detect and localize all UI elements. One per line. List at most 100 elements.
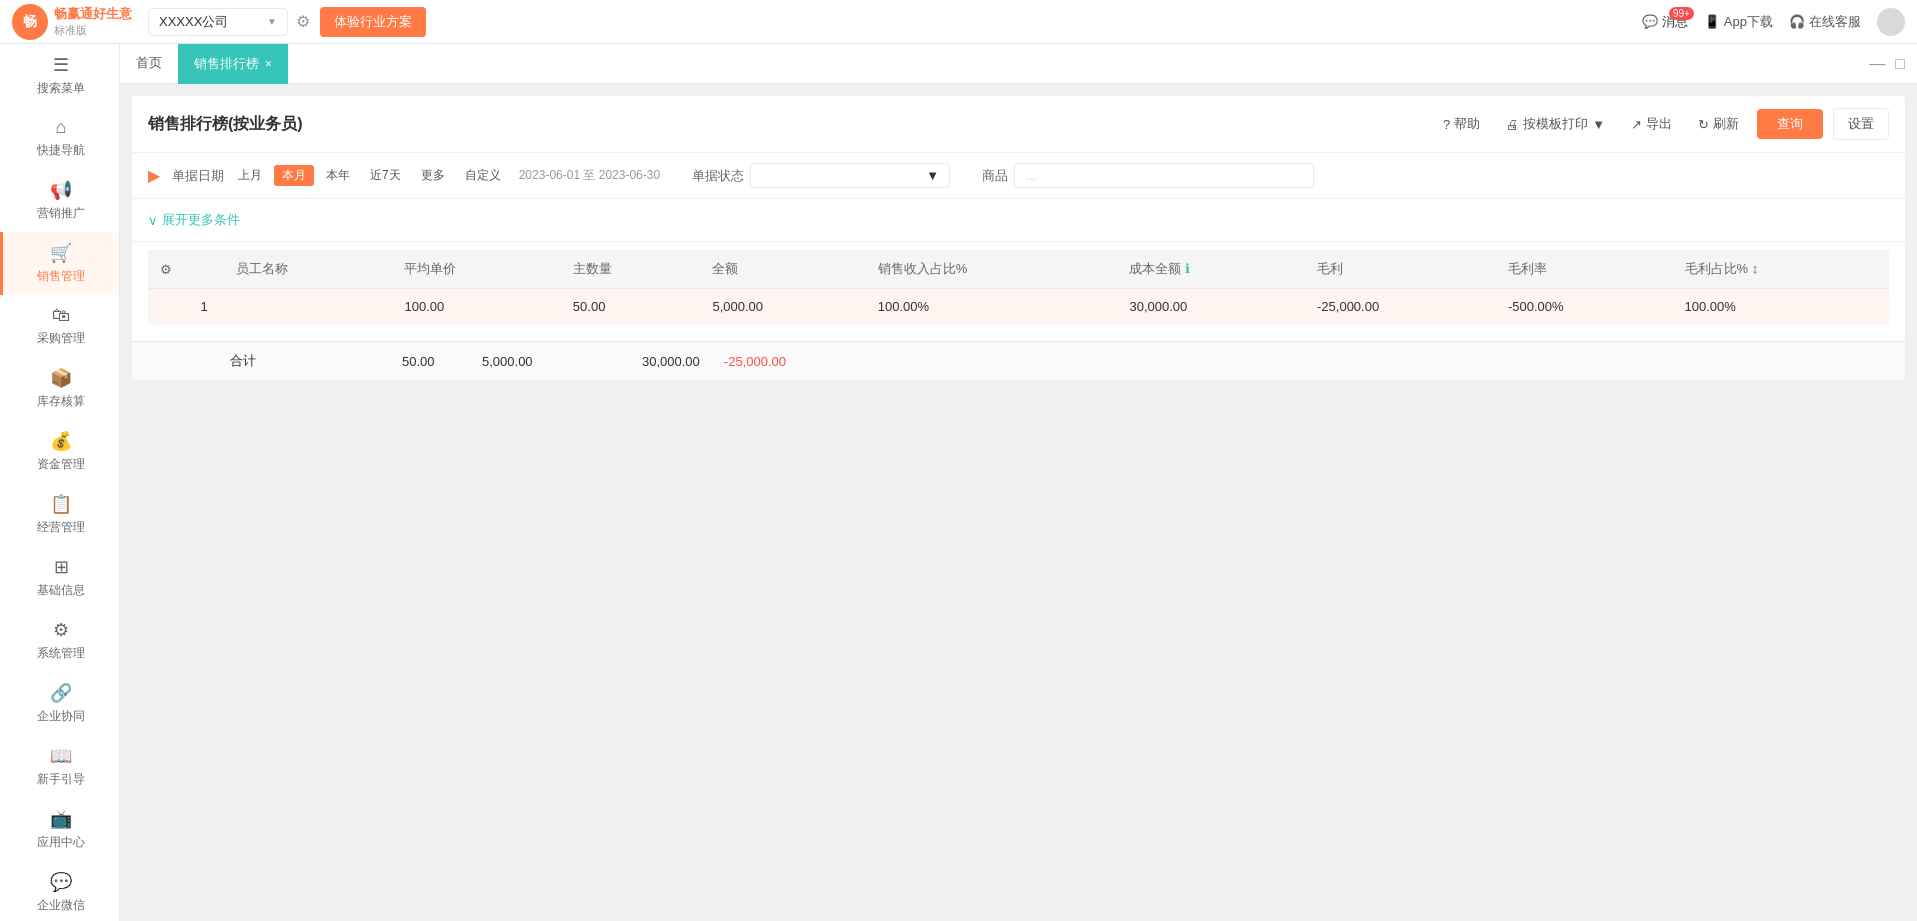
tab-sales-ranking[interactable]: 销售排行榜 × xyxy=(178,44,288,84)
cell-sales-pct-0: 100.00% xyxy=(866,289,1118,325)
table-row: 1 100.00 50.00 5,000.00 100.00% 30,000.0… xyxy=(148,289,1889,325)
page-settings-button[interactable]: 设置 xyxy=(1833,108,1889,140)
export-button[interactable]: ↗ 导出 xyxy=(1623,111,1680,137)
date-tab-3[interactable]: 近7天 xyxy=(362,165,409,186)
sidebar-label-11: 新手引导 xyxy=(37,771,85,788)
sidebar-icon-12: 📺 xyxy=(50,808,72,830)
status-select[interactable]: ▼ xyxy=(750,163,950,188)
table-wrapper: ⚙ 员工名称 平均单价 主数量 全额 销售收入占比% 成本全额 ℹ 毛利 xyxy=(132,250,1905,341)
date-tab-1[interactable]: 本月 xyxy=(274,165,314,186)
date-filter-label: 单据日期 xyxy=(172,167,224,185)
print-button[interactable]: 🖨 按模板打印 ▼ xyxy=(1498,111,1613,137)
refresh-icon: ↻ xyxy=(1698,117,1709,132)
tab-close-icon[interactable]: × xyxy=(265,57,272,71)
status-filter-label: 单据状态 xyxy=(692,167,744,185)
settings-icon[interactable]: ⚙ xyxy=(296,12,310,31)
th-sales-pct: 销售收入占比% xyxy=(866,250,1118,289)
sidebar-item-11[interactable]: 📖 新手引导 xyxy=(0,735,119,798)
sidebar-item-4[interactable]: 🛍采购管理 xyxy=(0,295,119,357)
logo-icon: 畅 xyxy=(12,4,48,40)
th-cost: 成本全额 ℹ xyxy=(1117,250,1305,289)
th-name: 员工名称 xyxy=(224,250,392,289)
company-select[interactable]: XXXXX公司 ▼ xyxy=(148,8,288,36)
date-tab-2[interactable]: 本年 xyxy=(318,165,358,186)
tab-minimize-icon[interactable]: — xyxy=(1869,55,1885,73)
sidebar-icon-6: 💰 xyxy=(50,430,72,452)
sidebar-item-8[interactable]: ⊞基础信息 xyxy=(0,546,119,609)
th-avg-price: 平均单价 xyxy=(392,250,560,289)
sidebar-item-2[interactable]: 📢营销推广 xyxy=(0,169,119,232)
sidebar-icon-0: ☰ xyxy=(53,54,69,76)
sidebar-item-12[interactable]: 📺 应用中心 xyxy=(0,798,119,861)
goods-filter-label: 商品 xyxy=(982,167,1008,185)
date-tab-0[interactable]: 上月 xyxy=(230,165,270,186)
cell-cost-0: 30,000.00 xyxy=(1117,289,1305,325)
status-filter-group: 单据状态 ▼ xyxy=(692,163,950,188)
th-rank xyxy=(184,250,224,289)
expand-chevron-icon: ∨ xyxy=(148,213,158,228)
trial-button[interactable]: 体验行业方案 xyxy=(320,7,426,37)
sidebar-icon-2: 📢 xyxy=(50,179,72,201)
filter-expand-icon[interactable]: ▶ xyxy=(148,166,160,185)
sidebar-item-3[interactable]: 🛒销售管理 xyxy=(0,232,119,295)
top-right-area: 💬 消息 99+ 📱 App下载 🎧 在线客服 xyxy=(1642,8,1905,36)
cost-info-icon[interactable]: ℹ xyxy=(1185,261,1190,276)
page-title: 销售排行榜(按业务员) xyxy=(148,114,303,135)
date-tab-5[interactable]: 自定义 xyxy=(457,165,509,186)
sidebar-item-5[interactable]: 📦库存核算 xyxy=(0,357,119,420)
logo-main: 畅赢通好生意 xyxy=(54,5,132,23)
sidebar-label-12: 应用中心 xyxy=(37,834,85,851)
tab-home[interactable]: 首页 xyxy=(120,44,178,84)
sort-icon[interactable]: ↕ xyxy=(1752,261,1759,276)
export-icon: ↗ xyxy=(1631,117,1642,132)
sidebar-item-1[interactable]: ⌂快捷导航 xyxy=(0,107,119,169)
notification-area[interactable]: 💬 消息 99+ xyxy=(1642,13,1688,31)
th-gross-rate: 毛利率 xyxy=(1496,250,1673,289)
page-actions: ? 帮助 🖨 按模板打印 ▼ ↗ 导出 xyxy=(1435,108,1889,140)
sidebar-item-10[interactable]: 🔗 企业协同 xyxy=(0,672,119,735)
online-service-btn[interactable]: 🎧 在线客服 xyxy=(1789,13,1861,31)
sidebar-icon-5: 📦 xyxy=(50,367,72,389)
sidebar-item-6[interactable]: 💰 资金管理 xyxy=(0,420,119,483)
cell-settings-0 xyxy=(148,289,184,325)
sidebar-icon-9: ⚙ xyxy=(53,619,69,641)
message-icon: 💬 xyxy=(1642,14,1658,29)
app-download-btn[interactable]: 📱 App下载 xyxy=(1704,13,1773,31)
tab-maximize-icon[interactable]: □ xyxy=(1895,55,1905,73)
goods-select[interactable]: ... xyxy=(1014,163,1314,188)
sidebar-icon-10: 🔗 xyxy=(50,682,72,704)
sidebar-icon-7: 📋 xyxy=(50,493,72,515)
page-header: 销售排行榜(按业务员) ? 帮助 🖨 按模板打印 ▼ xyxy=(132,96,1905,153)
content-area: 首页 销售排行榜 × — □ 销售排行榜(按业务员) xyxy=(120,44,1917,921)
cell-amount-0: 5,000.00 xyxy=(700,289,865,325)
sidebar-item-13[interactable]: 💬企业微信 xyxy=(0,861,119,921)
sidebar-item-0[interactable]: ☰搜索菜单 xyxy=(0,44,119,107)
footer-qty: 50.00 xyxy=(390,354,470,369)
expand-button[interactable]: ∨ 展开更多条件 xyxy=(148,207,1889,233)
sidebar-icon-3: 🛒 xyxy=(50,242,72,264)
sidebar-icon-8: ⊞ xyxy=(54,556,69,578)
sidebar-label-4: 采购管理 xyxy=(37,330,85,347)
sidebar-label-6: 资金管理 xyxy=(37,456,85,473)
avatar[interactable] xyxy=(1877,8,1905,36)
app-download-label: App下载 xyxy=(1724,13,1773,31)
sidebar-label-7: 经营管理 xyxy=(37,519,85,536)
sidebar-item-7[interactable]: 📋 经营管理 xyxy=(0,483,119,546)
logo-area: 畅 畅赢通好生意 标准版 xyxy=(12,4,132,40)
sidebar-label-13: 企业微信 xyxy=(37,897,85,914)
date-tab-4[interactable]: 更多 xyxy=(413,165,453,186)
query-button[interactable]: 查询 xyxy=(1757,109,1823,139)
sidebar-item-9[interactable]: ⚙系统管理 xyxy=(0,609,119,672)
cell-name-0 xyxy=(224,289,392,325)
sidebar-label-10: 企业协同 xyxy=(37,708,85,725)
sidebar-icon-11: 📖 xyxy=(50,745,72,767)
refresh-button[interactable]: ↻ 刷新 xyxy=(1690,111,1747,137)
cell-avg-price-0: 100.00 xyxy=(392,289,560,325)
help-icon: ? xyxy=(1443,117,1450,132)
download-icon: 📱 xyxy=(1704,14,1720,29)
data-table: ⚙ 员工名称 平均单价 主数量 全额 销售收入占比% 成本全额 ℹ 毛利 xyxy=(148,250,1889,325)
help-button[interactable]: ? 帮助 xyxy=(1435,111,1488,137)
date-filter-group: 单据日期 上月本月本年近7天更多自定义 2023-06-01 至 2023-06… xyxy=(172,165,660,186)
tab-label: 销售排行榜 xyxy=(194,55,259,73)
print-chevron-icon: ▼ xyxy=(1592,117,1605,132)
